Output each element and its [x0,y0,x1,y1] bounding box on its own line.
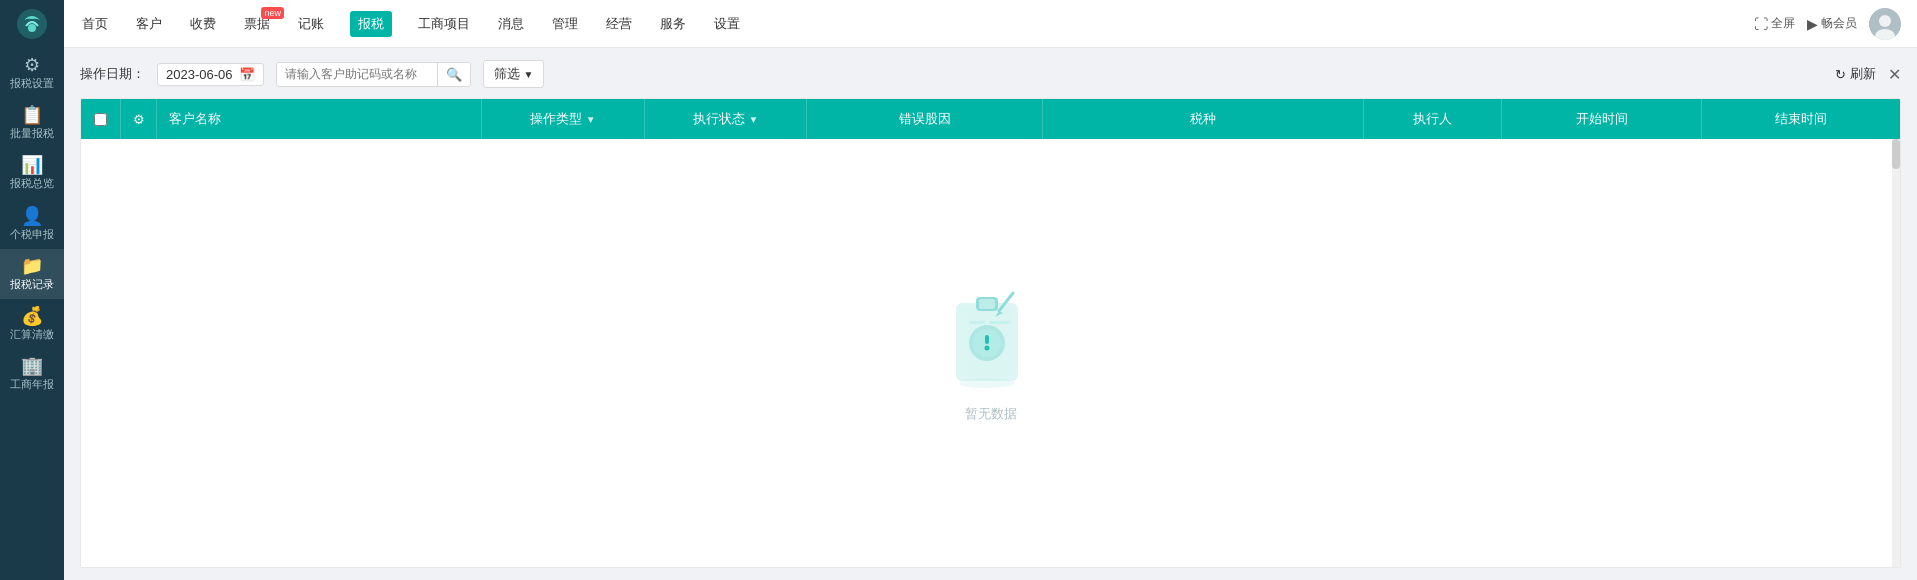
record-icon: 📁 [21,257,43,275]
svg-rect-11 [985,335,989,344]
person-tax-icon: 👤 [21,207,43,225]
sidebar-item-baoshui-shezhi[interactable]: ⚙ 报税设置 [0,48,64,98]
sidebar-item-label: 报税设置 [10,77,54,90]
search-button[interactable]: 🔍 [437,63,470,86]
th-exec-status[interactable]: 执行状态 ▼ [645,99,808,139]
search-box: 🔍 [276,62,471,87]
settlement-icon: 💰 [21,307,43,325]
table-body: 暂无数据 [81,139,1900,567]
nav-home[interactable]: 首页 [80,11,110,37]
sidebar-item-label: 汇算清缴 [10,328,54,341]
svg-point-12 [984,346,989,351]
sidebar-item-geshui-shenbao[interactable]: 👤 个税申报 [0,199,64,249]
new-badge: new [261,7,284,19]
th-error-reason: 错误股因 [807,99,1043,139]
chevron-down-icon: ▼ [524,69,534,80]
th-gear[interactable]: ⚙ [121,99,157,139]
th-end-time: 结束时间 [1702,99,1900,139]
member-icon: ▶ [1807,16,1818,32]
svg-point-17 [959,378,1015,388]
filter-button[interactable]: 筛选 ▼ [483,60,545,88]
refresh-button[interactable]: ↻ 刷新 [1835,65,1876,83]
search-input[interactable] [277,63,437,85]
table-header: ⚙ 客户名称 操作类型 ▼ 执行状态 ▼ 错误股因 税种 [81,99,1900,139]
svg-point-3 [1879,15,1891,27]
sidebar-item-gongshang-nianbao[interactable]: 🏢 工商年报 [0,349,64,399]
overview-icon: 📊 [21,156,43,174]
close-icon: ✕ [1888,66,1901,83]
avatar[interactable] [1869,8,1901,40]
sidebar: ⚙ 报税设置 📋 批量报税 📊 报税总览 👤 个税申报 📁 报税记录 💰 汇算清… [0,0,64,580]
th-checkbox[interactable] [81,99,121,139]
annual-report-icon: 🏢 [21,357,43,375]
settings-icon: ⚙ [24,56,40,74]
date-value: 2023-06-06 [166,67,233,82]
th-start-time: 开始时间 [1502,99,1701,139]
svg-rect-16 [989,321,1009,324]
nav-jingying[interactable]: 经营 [604,11,634,37]
nav-fuwu[interactable]: 服务 [658,11,688,37]
nav-guanli[interactable]: 管理 [550,11,580,37]
table-scrollbar[interactable] [1892,139,1900,567]
toolbar-right: ↻ 刷新 ✕ [1835,65,1901,84]
nav-gongshang-xiangmu[interactable]: 工商项目 [416,11,472,37]
empty-illustration [941,283,1041,393]
batch-tax-icon: 📋 [21,106,43,124]
nav-baoshui[interactable]: 报税 [350,11,392,37]
sidebar-item-huisuan-jiaona[interactable]: 💰 汇算清缴 [0,299,64,349]
scrollbar-thumb[interactable] [1892,139,1900,169]
sidebar-item-label: 工商年报 [10,378,54,391]
toolbar: 操作日期： 2023-06-06 📅 🔍 筛选 ▼ ↻ 刷新 [80,60,1901,88]
close-button[interactable]: ✕ [1888,65,1901,84]
content-area: 操作日期： 2023-06-06 📅 🔍 筛选 ▼ ↻ 刷新 [64,48,1917,580]
app-logo[interactable] [0,0,64,48]
sidebar-item-label: 个税申报 [10,228,54,241]
th-tax-type: 税种 [1043,99,1364,139]
fullscreen-button[interactable]: ⛶ 全屏 [1754,15,1795,32]
th-executor: 执行人 [1364,99,1503,139]
column-settings-icon: ⚙ [133,112,145,127]
svg-point-1 [28,24,36,32]
select-all-checkbox[interactable] [94,113,107,126]
search-icon: 🔍 [446,67,462,82]
calendar-icon: 📅 [239,67,255,82]
empty-state: 暂无数据 [911,253,1071,453]
nav-xiaoxi[interactable]: 消息 [496,11,526,37]
main-area: 首页 客户 收费 票据 new 记账 报税 工商项目 消息 管理 经营 服务 设… [64,0,1917,580]
data-table: ⚙ 客户名称 操作类型 ▼ 执行状态 ▼ 错误股因 税种 [80,98,1901,568]
nav-piaoju[interactable]: 票据 new [242,11,272,37]
nav-shoufei[interactable]: 收费 [188,11,218,37]
sidebar-item-piliang-baoshui[interactable]: 📋 批量报税 [0,98,64,148]
th-customer-name: 客户名称 [157,99,482,139]
sort-icon: ▼ [749,114,759,125]
sidebar-item-label: 批量报税 [10,127,54,140]
th-op-type[interactable]: 操作类型 ▼ [482,99,645,139]
top-navigation: 首页 客户 收费 票据 new 记账 报税 工商项目 消息 管理 经营 服务 设… [64,0,1917,48]
refresh-icon: ↻ [1835,67,1846,82]
topnav-right: ⛶ 全屏 ▶ 畅会员 [1754,8,1901,40]
sidebar-item-label: 报税记录 [10,278,54,291]
nav-customer[interactable]: 客户 [134,11,164,37]
svg-rect-15 [969,321,985,324]
sidebar-item-baoshui-jilu[interactable]: 📁 报税记录 [0,249,64,299]
sort-icon: ▼ [586,114,596,125]
date-label: 操作日期： [80,65,145,83]
member-button[interactable]: ▶ 畅会员 [1807,15,1857,32]
nav-jizhang[interactable]: 记账 [296,11,326,37]
filter-label: 筛选 [494,65,520,83]
empty-text: 暂无数据 [965,405,1017,423]
fullscreen-icon: ⛶ [1754,16,1768,32]
sidebar-item-baoshui-zonglian[interactable]: 📊 报税总览 [0,148,64,198]
nav-shezhi[interactable]: 设置 [712,11,742,37]
sidebar-item-label: 报税总览 [10,177,54,190]
svg-rect-8 [979,299,995,309]
date-picker[interactable]: 2023-06-06 📅 [157,63,264,86]
